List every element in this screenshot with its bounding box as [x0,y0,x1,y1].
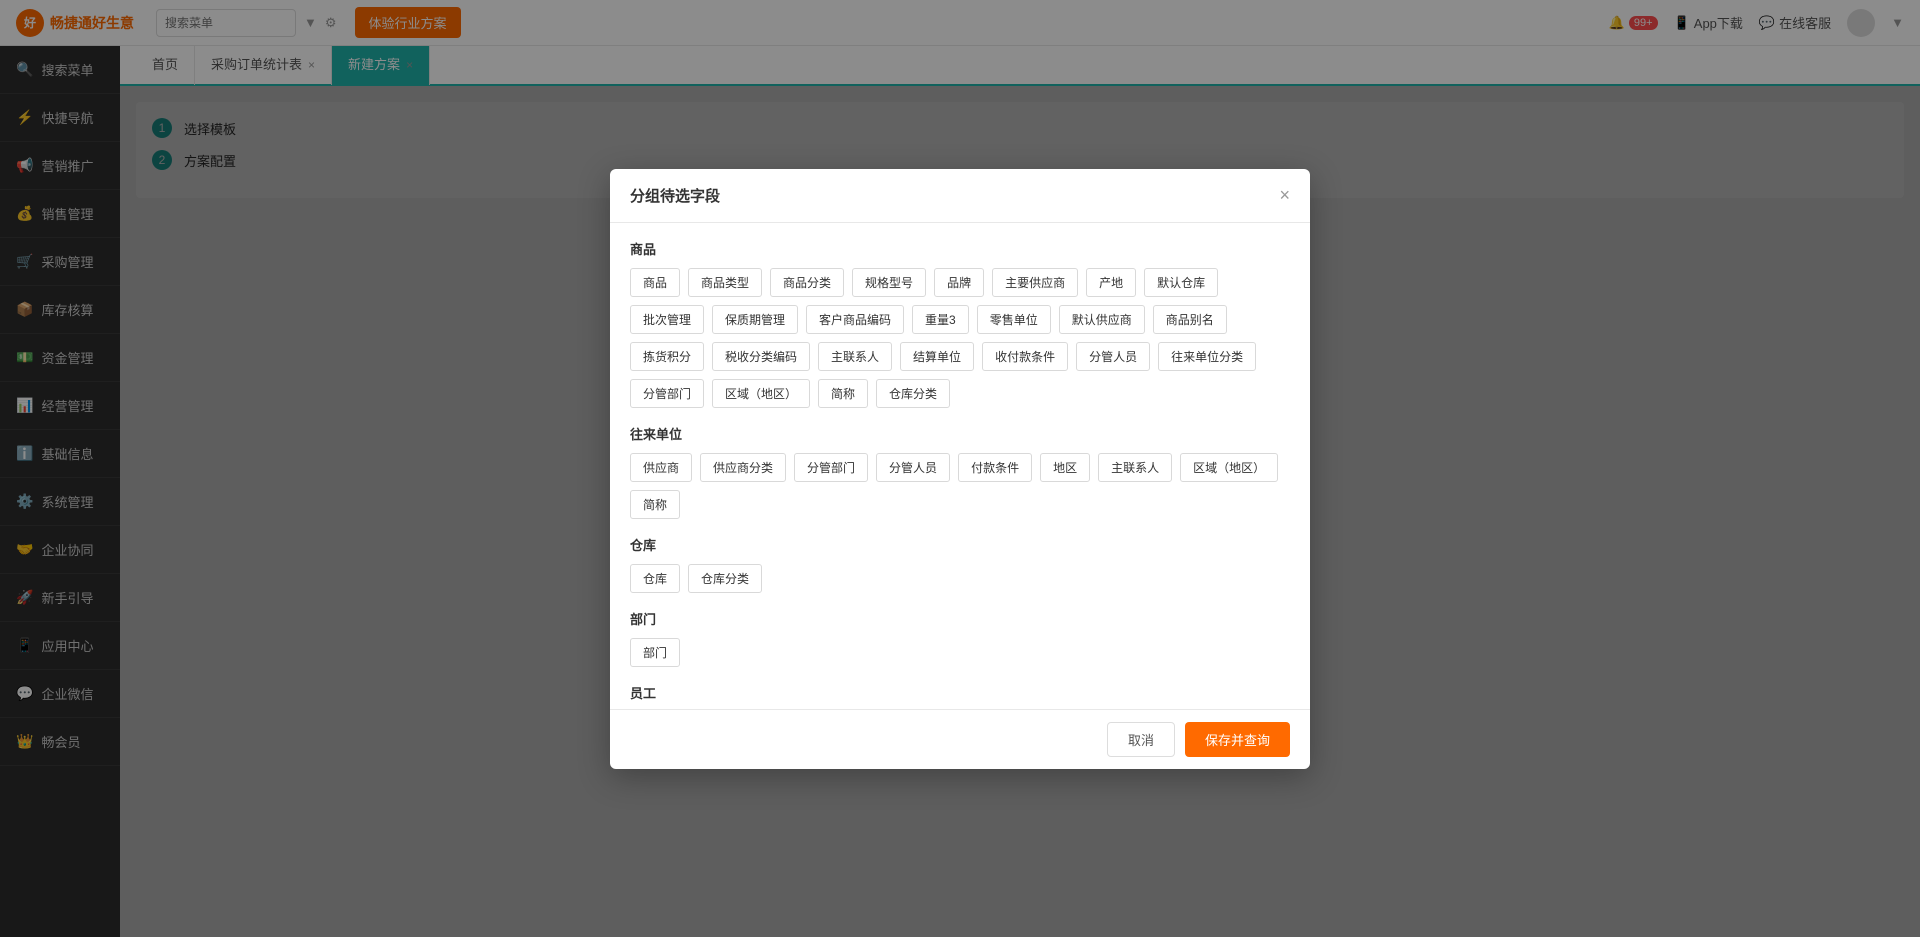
modal-close-button[interactable]: × [1279,186,1290,204]
field-tag-product-8[interactable]: 批次管理 [630,305,704,334]
field-tag-product-3[interactable]: 规格型号 [852,268,926,297]
field-tag-product-18[interactable]: 结算单位 [900,342,974,371]
field-section-product: 商品商品商品类型商品分类规格型号品牌主要供应商产地默认仓库批次管理保质期管理客户… [630,239,1290,408]
modal-header: 分组待选字段 × [610,169,1310,223]
field-tag-product-25[interactable]: 仓库分类 [876,379,950,408]
field-tag-product-23[interactable]: 区域（地区） [712,379,810,408]
section-title-warehouse: 仓库 [630,535,1290,554]
field-tag-partner-8[interactable]: 简称 [630,490,680,519]
cancel-button[interactable]: 取消 [1107,722,1175,757]
field-tag-partner-2[interactable]: 分管部门 [794,453,868,482]
field-tag-department-0[interactable]: 部门 [630,638,680,667]
field-tag-product-19[interactable]: 收付款条件 [982,342,1068,371]
field-tags-warehouse: 仓库仓库分类 [630,564,1290,593]
field-tag-product-20[interactable]: 分管人员 [1076,342,1150,371]
field-tags-product: 商品商品类型商品分类规格型号品牌主要供应商产地默认仓库批次管理保质期管理客户商品… [630,268,1290,408]
modal-dialog: 分组待选字段 × 商品商品商品类型商品分类规格型号品牌主要供应商产地默认仓库批次… [610,169,1310,769]
field-tag-partner-1[interactable]: 供应商分类 [700,453,786,482]
field-tag-partner-6[interactable]: 主联系人 [1098,453,1172,482]
field-tag-product-14[interactable]: 商品别名 [1153,305,1227,334]
field-tags-department: 部门 [630,638,1290,667]
field-tag-product-17[interactable]: 主联系人 [818,342,892,371]
save-button[interactable]: 保存并查询 [1185,722,1290,757]
section-title-department: 部门 [630,609,1290,628]
field-section-department: 部门部门 [630,609,1290,667]
field-section-partner: 往来单位供应商供应商分类分管部门分管人员付款条件地区主联系人区域（地区） 简称 [630,424,1290,519]
field-tag-partner-0[interactable]: 供应商 [630,453,692,482]
field-tag-product-13[interactable]: 默认供应商 [1059,305,1145,334]
field-tag-product-15[interactable]: 拣货积分 [630,342,704,371]
field-tag-product-12[interactable]: 零售单位 [977,305,1051,334]
field-tag-product-7[interactable]: 默认仓库 [1144,268,1218,297]
field-tag-product-2[interactable]: 商品分类 [770,268,844,297]
section-title-partner: 往来单位 [630,424,1290,443]
field-tag-partner-7[interactable]: 区域（地区） [1180,453,1278,482]
field-tag-product-24[interactable]: 简称 [818,379,868,408]
field-tag-partner-3[interactable]: 分管人员 [876,453,950,482]
section-title-product: 商品 [630,239,1290,258]
section-title-employee: 员工 [630,683,1290,702]
field-tags-partner: 供应商供应商分类分管部门分管人员付款条件地区主联系人区域（地区） 简称 [630,453,1290,519]
field-tag-product-5[interactable]: 主要供应商 [992,268,1078,297]
modal-footer: 取消 保存并查询 [610,709,1310,769]
field-tag-product-6[interactable]: 产地 [1086,268,1136,297]
modal-title: 分组待选字段 [630,185,720,206]
field-tag-product-0[interactable]: 商品 [630,268,680,297]
field-tag-product-1[interactable]: 商品类型 [688,268,762,297]
field-tag-warehouse-1[interactable]: 仓库分类 [688,564,762,593]
field-tag-partner-5[interactable]: 地区 [1040,453,1090,482]
field-tag-partner-4[interactable]: 付款条件 [958,453,1032,482]
field-tag-product-10[interactable]: 客户商品编码 [806,305,904,334]
field-tag-product-4[interactable]: 品牌 [934,268,984,297]
field-tag-product-21[interactable]: 往来单位分类 [1158,342,1256,371]
field-tag-product-9[interactable]: 保质期管理 [712,305,798,334]
field-section-warehouse: 仓库仓库仓库分类 [630,535,1290,593]
field-tag-warehouse-0[interactable]: 仓库 [630,564,680,593]
field-tag-product-22[interactable]: 分管部门 [630,379,704,408]
field-section-employee: 员工业务员 [630,683,1290,709]
field-tag-product-11[interactable]: 重量3 [912,305,969,334]
field-tag-product-16[interactable]: 税收分类编码 [712,342,810,371]
modal-body: 商品商品商品类型商品分类规格型号品牌主要供应商产地默认仓库批次管理保质期管理客户… [610,223,1310,709]
